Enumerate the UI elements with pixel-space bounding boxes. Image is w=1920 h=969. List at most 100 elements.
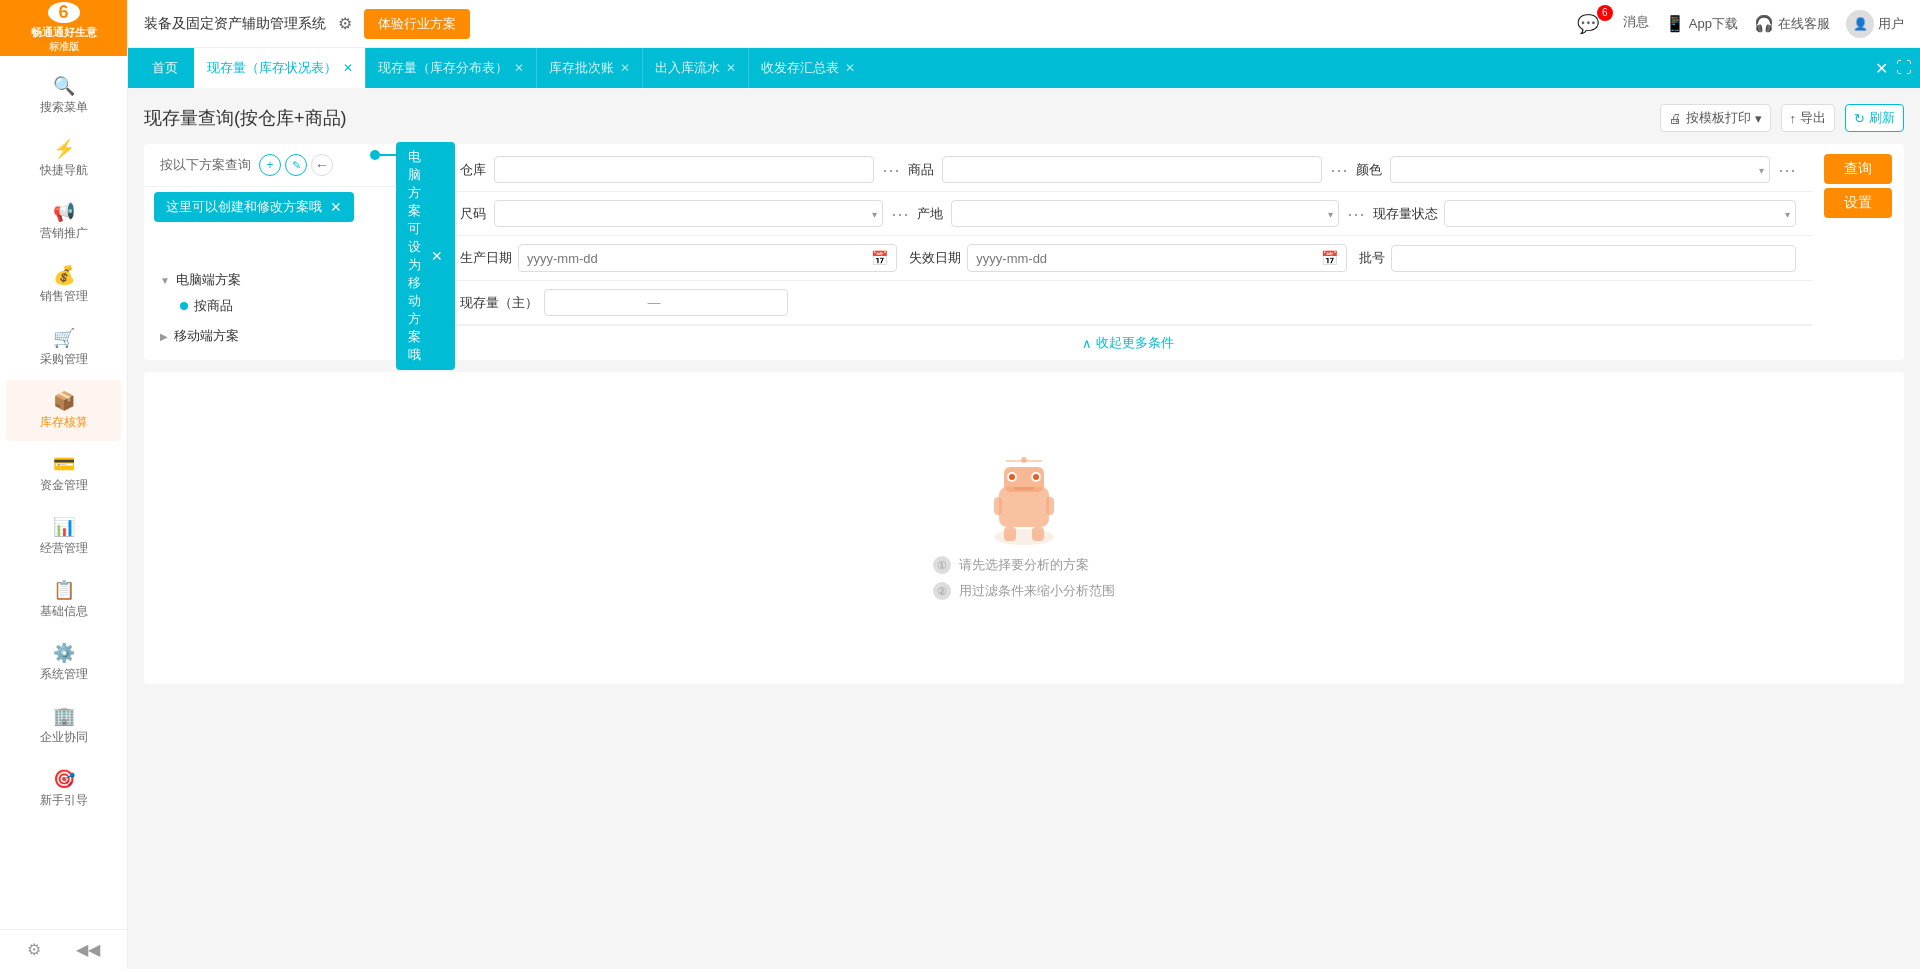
fullscreen-btn[interactable]: ⛶ [1896,59,1912,78]
system-icon: ⚙️ [53,642,75,664]
quick-nav-icon: ⚡ [53,138,75,160]
svg-rect-1 [999,487,1049,527]
sidebar-item-quick-nav[interactable]: ⚡ 快捷导航 [6,128,121,189]
stock-status-select-wrap: ▾ [1444,200,1796,227]
tab-stock-status[interactable]: 现存量（库存状况表） ✕ [194,48,365,88]
settings-bottom-btn[interactable]: ⚙ [27,940,41,959]
refresh-btn[interactable]: ↻ 刷新 [1845,104,1904,132]
tab-stock-dist[interactable]: 现存量（库存分布表） ✕ [365,48,536,88]
sidebar-item-search-menu[interactable]: 🔍 搜索菜单 [6,65,121,126]
batch-input[interactable] [1391,245,1796,272]
reset-button[interactable]: 设置 [1824,188,1892,218]
origin-more-btn[interactable]: ⋯ [1347,203,1365,225]
svg-rect-7 [1014,487,1034,490]
settings-icon[interactable]: ⚙ [338,14,352,33]
page-header: 现存量查询(按仓库+商品) 🖨 按模板打印 ▾ ↑ 导出 ↻ 刷新 [144,104,1904,132]
size-more-btn[interactable]: ⋯ [891,203,909,225]
production-date-input-wrap[interactable]: 📅 [518,244,897,272]
app-download-action[interactable]: 📱 App下载 [1665,14,1738,33]
expiry-date-input[interactable] [976,251,1320,266]
basic-info-icon: 📋 [53,579,75,601]
stock-qty-max-input[interactable] [664,295,754,310]
origin-select-wrap: ▾ [951,200,1340,227]
sidebar-item-sales[interactable]: 💰 销售管理 [6,254,121,315]
print-dropdown-icon: ▾ [1755,111,1762,126]
message-label: 消息 [1623,13,1649,31]
logo-sub: 标准版 [49,40,79,54]
origin-field: 产地 ▾ [917,200,1340,227]
sidebar-item-operations[interactable]: 📊 经营管理 [6,506,121,567]
tab-home[interactable]: 首页 [136,48,194,88]
online-support-action[interactable]: 🎧 在线客服 [1754,14,1830,33]
export-btn[interactable]: ↑ 导出 [1781,104,1836,132]
collapse-filter-btn[interactable]: ∧ 收起更多条件 [444,325,1812,360]
svg-rect-8 [994,497,1002,515]
edit-scheme-btn[interactable]: ✎ [285,154,307,176]
filter-layout: 按以下方案查询 + ✎ ← [144,144,1904,360]
size-select[interactable] [494,200,883,227]
edit-tooltip-close[interactable]: ✕ [330,199,342,215]
connector-dot [370,150,380,160]
scheme-tooltip-close[interactable]: ✕ [431,248,443,264]
marketing-icon: 📢 [53,201,75,223]
expiry-date-input-wrap[interactable]: 📅 [967,244,1346,272]
trial-button[interactable]: 体验行业方案 [364,9,470,39]
color-more-btn[interactable]: ⋯ [1778,159,1796,181]
top-header-right: 💬 6 消息 📱 App下载 🎧 在线客服 👤 用户 [1577,10,1904,38]
content-area: 现存量查询(按仓库+商品) 🖨 按模板打印 ▾ ↑ 导出 ↻ 刷新 [128,88,1920,969]
top-header: 装备及固定资产辅助管理系统 ⚙ 体验行业方案 💬 6 消息 📱 App下载 🎧 … [128,0,1920,48]
filter-row-2: 尺码 ▾ ⋯ 产地 [444,192,1812,236]
sidebar-item-enterprise[interactable]: 🏢 企业协同 [6,695,121,756]
collapse-chevron-icon: ∧ [1082,336,1092,351]
mobile-scheme-label: 移动端方案 [174,327,239,345]
sidebar-item-finance[interactable]: 💳 资金管理 [6,443,121,504]
production-date-input[interactable] [527,251,871,266]
origin-label: 产地 [917,205,945,223]
tab-recv-send[interactable]: 收发存汇总表 ✕ [748,48,867,88]
tab-batch-ledger-close[interactable]: ✕ [620,62,630,74]
sidebar-logo: 6 畅通通好生意 标准版 [0,0,127,56]
size-field: 尺码 ▾ [460,200,883,227]
tab-inout-flow-close[interactable]: ✕ [726,62,736,74]
tab-recv-send-close[interactable]: ✕ [845,62,855,74]
tab-stock-dist-close[interactable]: ✕ [514,62,524,74]
sidebar-item-purchase[interactable]: 🛒 采购管理 [6,317,121,378]
sidebar-item-marketing[interactable]: 📢 营销推广 [6,191,121,252]
stock-qty-min-input[interactable] [553,295,643,310]
tab-inout-flow[interactable]: 出入库流水 ✕ [642,48,748,88]
phone-icon: 📱 [1665,14,1685,33]
stock-status-field: 现存量状态 ▾ [1373,200,1796,227]
goods-more-btn[interactable]: ⋯ [1330,159,1348,181]
back-btn[interactable]: ← [311,154,333,176]
batch-label: 批号 [1359,249,1385,267]
finance-icon: 💳 [53,453,75,475]
collapse-sidebar-btn[interactable]: ◀◀ [76,940,100,959]
origin-select[interactable] [951,200,1340,227]
warehouse-more-btn[interactable]: ⋯ [882,159,900,181]
user-action[interactable]: 👤 用户 [1846,10,1904,38]
empty-illustration [974,452,1074,552]
add-scheme-btn[interactable]: + [259,154,281,176]
sidebar-item-system[interactable]: ⚙️ 系统管理 [6,632,121,693]
sidebar-item-guide[interactable]: 🎯 新手引导 [6,758,121,819]
logo-icon: 6 [48,2,80,23]
color-field: 颜色 ▾ [1356,156,1770,183]
color-select[interactable] [1390,156,1770,183]
stock-status-select[interactable] [1444,200,1796,227]
expiry-date-field: 失效日期 📅 [909,244,1346,272]
sidebar-item-basic-info[interactable]: 📋 基础信息 [6,569,121,630]
message-action[interactable]: 💬 6 消息 [1577,13,1649,35]
search-button[interactable]: 查询 [1824,154,1892,184]
warehouse-input[interactable] [494,156,874,183]
goods-input[interactable] [942,156,1322,183]
sidebar-item-inventory[interactable]: 📦 库存核算 [6,380,121,441]
filter-right-panel: 仓库 ⋯ 商品 ⋯ 颜色 [444,144,1812,360]
color-label: 颜色 [1356,161,1384,179]
print-btn[interactable]: 🖨 按模板打印 ▾ [1660,104,1771,132]
close-all-tabs-btn[interactable]: ✕ [1875,59,1888,78]
warehouse-field: 仓库 [460,156,874,183]
empty-steps: ① 请先选择要分析的方案 ② 用过滤条件来缩小分析范围 [933,552,1115,604]
tab-stock-status-close[interactable]: ✕ [343,62,353,74]
tab-batch-ledger[interactable]: 库存批次账 ✕ [536,48,642,88]
empty-state: ① 请先选择要分析的方案 ② 用过滤条件来缩小分析范围 [144,372,1904,684]
